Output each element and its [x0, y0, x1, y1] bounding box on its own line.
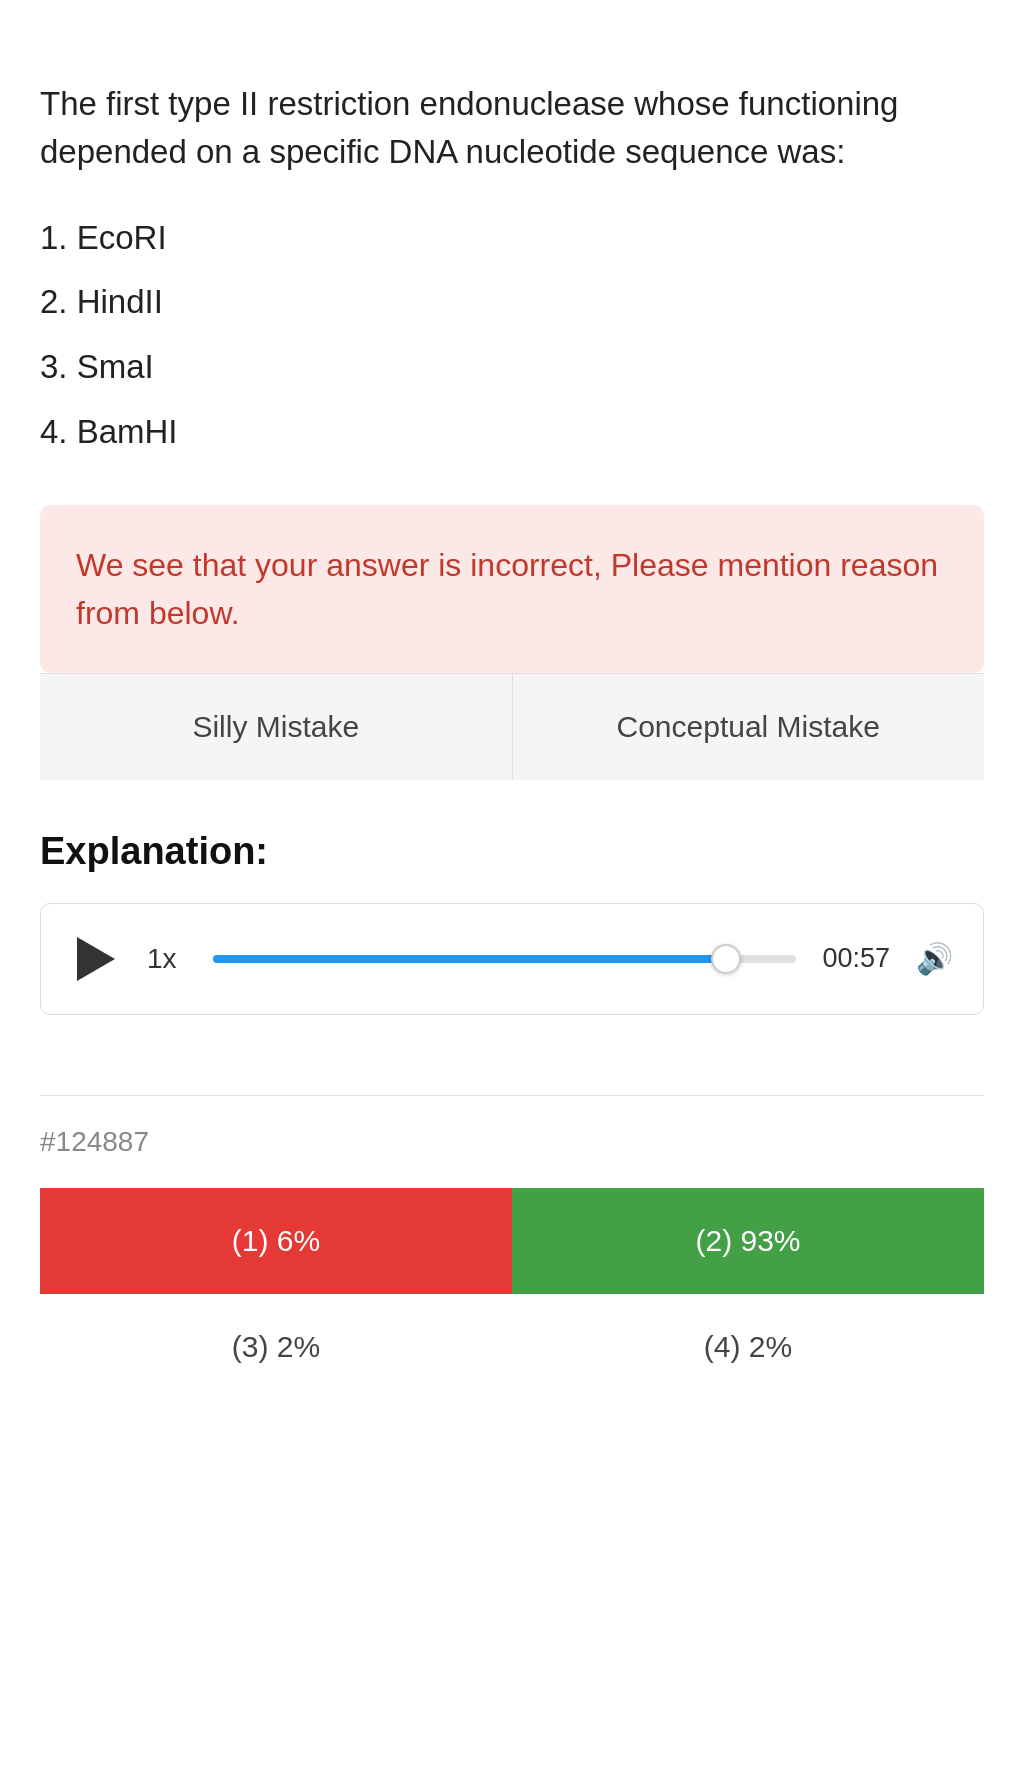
stat-2-text: (2) 93% [695, 1224, 800, 1257]
time-label: 00:57 [822, 943, 890, 974]
option-4: 4. BamHI [40, 400, 984, 465]
explanation-title: Explanation: [40, 830, 984, 873]
stat-cell-4: (4) 2% [512, 1294, 984, 1400]
stat-1-text: (1) 6% [232, 1224, 320, 1257]
option-3-label: 3. SmaI [40, 348, 154, 385]
divider [40, 1095, 984, 1096]
mistake-buttons: Silly Mistake Conceptual Mistake [40, 673, 984, 780]
conceptual-mistake-button[interactable]: Conceptual Mistake [513, 674, 985, 780]
option-1-label: 1. EcoRI [40, 219, 167, 256]
option-2-label: 2. HindII [40, 283, 163, 320]
question-section: The first type II restriction endonuclea… [40, 60, 984, 505]
stat-3-text: (3) 2% [232, 1330, 320, 1363]
explanation-section: Explanation: 1x 00:57 🔊 [40, 780, 984, 1085]
silly-mistake-button[interactable]: Silly Mistake [40, 674, 513, 780]
progress-bar[interactable] [213, 955, 796, 963]
progress-fill [213, 955, 726, 963]
stat-cell-1: (1) 6% [40, 1188, 512, 1294]
page-wrapper: The first type II restriction endonuclea… [0, 0, 1024, 1791]
stat-cell-3: (3) 2% [40, 1294, 512, 1400]
stat-cell-2: (2) 93% [512, 1188, 984, 1294]
question-id: #124887 [40, 1126, 984, 1158]
volume-icon[interactable]: 🔊 [916, 941, 953, 976]
incorrect-banner: We see that your answer is incorrect, Pl… [40, 505, 984, 673]
options-list: 1. EcoRI 2. HindII 3. SmaI 4. BamHI [40, 206, 984, 465]
option-3: 3. SmaI [40, 335, 984, 400]
incorrect-banner-text: We see that your answer is incorrect, Pl… [76, 541, 948, 637]
progress-thumb [711, 944, 741, 974]
stat-4-text: (4) 2% [704, 1330, 792, 1363]
play-icon [77, 937, 115, 981]
audio-player: 1x 00:57 🔊 [40, 903, 984, 1015]
option-4-label: 4. BamHI [40, 413, 178, 450]
option-1: 1. EcoRI [40, 206, 984, 271]
option-2: 2. HindII [40, 270, 984, 335]
stats-grid: (1) 6% (2) 93% (3) 2% (4) 2% [40, 1188, 984, 1400]
speed-label: 1x [147, 943, 187, 975]
question-text: The first type II restriction endonuclea… [40, 80, 984, 176]
play-button[interactable] [71, 934, 121, 984]
